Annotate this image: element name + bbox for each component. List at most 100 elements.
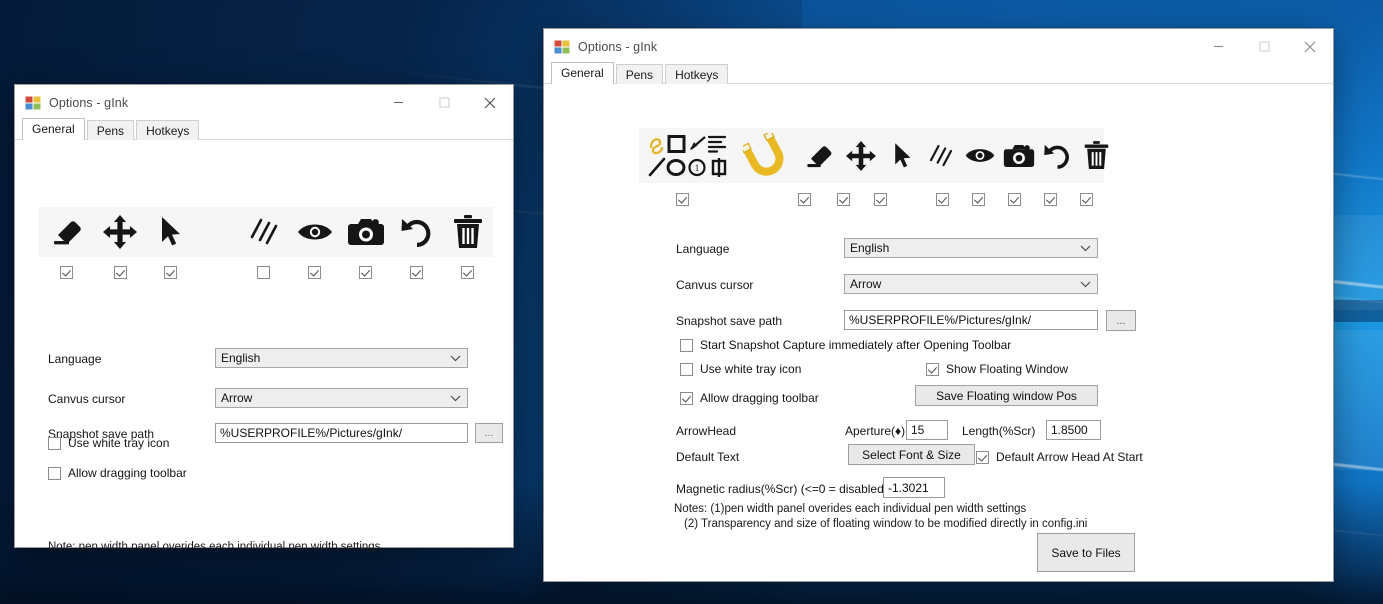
eye-icon[interactable]	[960, 144, 999, 167]
canvus-cursor-select[interactable]: Arrow	[844, 274, 1098, 294]
snapshot-path-label: Snapshot save path	[676, 314, 783, 328]
window-controls[interactable]	[1195, 29, 1333, 64]
eraser-icon[interactable]	[796, 141, 841, 171]
app-icon	[25, 95, 41, 110]
window-controls[interactable]	[375, 85, 513, 120]
tab-pens[interactable]: Pens	[615, 64, 664, 84]
use-white-tray-icon-label: Use white tray icon	[700, 362, 802, 376]
pens-icon[interactable]	[238, 215, 289, 249]
draw-tools-grid-icon[interactable]: 1	[639, 133, 734, 179]
tab-strip[interactable]: General Pens Hotkeys	[15, 118, 513, 141]
toolbar-check-camera[interactable]	[1007, 193, 1021, 206]
canvus-cursor-select[interactable]: Arrow	[215, 388, 468, 408]
allow-dragging-toolbar-checkbox[interactable]	[48, 466, 61, 480]
aperture-input[interactable]: 15	[906, 420, 948, 440]
toolbar-check-eye[interactable]	[971, 193, 985, 206]
default-text-label: Default Text	[676, 450, 740, 464]
use-white-tray-icon-label: Use white tray icon	[68, 436, 170, 450]
use-white-tray-icon-checkbox[interactable]	[680, 362, 693, 376]
snapshot-path-input[interactable]: %USERPROFILE%/Pictures/gInk/	[844, 310, 1098, 330]
toolbar-check-eraser[interactable]	[60, 266, 73, 279]
titlebar[interactable]: Options - gInk	[15, 85, 513, 120]
snapshot-path-input[interactable]: %USERPROFILE%/Pictures/gInk/	[215, 423, 468, 443]
undo-icon[interactable]	[391, 216, 442, 248]
toolbar-check-trash[interactable]	[461, 266, 474, 279]
toolbar-check-eraser[interactable]	[797, 193, 811, 206]
tab-hotkeys[interactable]: Hotkeys	[136, 120, 200, 140]
toolbar-check-pens[interactable]	[936, 193, 950, 206]
magnet-icon[interactable]	[734, 132, 796, 179]
eraser-icon[interactable]	[38, 216, 95, 248]
use-white-tray-icon-row[interactable]: Use white tray icon	[680, 362, 801, 376]
toolbar-check-move[interactable]	[113, 266, 127, 279]
options-window-background[interactable]: Options - gInk General Pens Hotkeys Lang…	[14, 84, 514, 553]
camera-icon[interactable]	[999, 143, 1038, 169]
maximize-icon[interactable]	[1241, 29, 1287, 64]
move-icon[interactable]	[841, 140, 881, 171]
language-value: English	[850, 241, 890, 255]
browse-button[interactable]: ...	[1106, 310, 1136, 331]
minimize-icon[interactable]	[1195, 29, 1241, 64]
browse-button[interactable]: ...	[475, 423, 503, 443]
toolbar-check-trash[interactable]	[1079, 193, 1093, 206]
default-arrow-head-at-start-row[interactable]: Default Arrow Head At Start	[976, 450, 1143, 464]
save-floating-window-pos-button[interactable]: Save Floating window Pos	[915, 385, 1098, 406]
start-snapshot-capture-label: Start Snapshot Capture immediately after…	[700, 338, 1012, 352]
show-floating-window-checkbox[interactable]	[926, 362, 939, 376]
toolbar-check-eye[interactable]	[308, 266, 321, 279]
trash-icon[interactable]	[1077, 141, 1116, 170]
pens-icon[interactable]	[922, 141, 960, 171]
pointer-icon[interactable]	[881, 141, 922, 171]
options-window-foreground[interactable]: Options - gInk General Pens Hotkeys 1 La…	[543, 28, 1334, 582]
toolbar-check-draw-tools[interactable]	[676, 193, 690, 206]
eye-icon[interactable]	[289, 219, 340, 245]
general-tab-panel: 1 Language English Canvus cursor Arrow S…	[544, 88, 1333, 581]
select-font-size-button[interactable]: Select Font & Size	[848, 444, 975, 465]
magnetic-radius-input[interactable]: -1.3021	[883, 477, 945, 498]
show-floating-window-row[interactable]: Show Floating Window	[926, 362, 1068, 376]
toolbar-visibility-checkboxes[interactable]	[639, 193, 1104, 206]
length-value: 1.8500	[1051, 423, 1088, 437]
toolbar-check-undo[interactable]	[1043, 193, 1057, 206]
language-select[interactable]: English	[844, 238, 1098, 258]
use-white-tray-icon-checkbox[interactable]	[48, 436, 61, 450]
toolbar-preview	[38, 207, 493, 257]
language-label: Language	[676, 242, 730, 256]
tab-hotkeys[interactable]: Hotkeys	[665, 64, 729, 84]
toolbar-check-pointer[interactable]	[874, 193, 888, 206]
allow-dragging-toolbar-checkbox[interactable]	[680, 391, 693, 405]
allow-dragging-toolbar-row[interactable]: Allow dragging toolbar	[680, 391, 819, 405]
default-arrow-head-at-start-checkbox[interactable]	[976, 450, 989, 464]
undo-icon[interactable]	[1038, 142, 1077, 170]
tab-general[interactable]: General	[22, 118, 85, 141]
tab-strip[interactable]: General Pens Hotkeys	[544, 62, 1333, 85]
language-select[interactable]: English	[215, 348, 468, 368]
allow-dragging-toolbar-row[interactable]: Allow dragging toolbar	[48, 466, 187, 480]
maximize-icon[interactable]	[421, 85, 467, 120]
toolbar-check-undo[interactable]	[410, 266, 423, 279]
trash-icon[interactable]	[442, 215, 493, 249]
allow-dragging-toolbar-label: Allow dragging toolbar	[68, 466, 187, 480]
move-icon[interactable]	[95, 215, 145, 249]
close-icon[interactable]	[467, 85, 513, 120]
chevron-down-icon	[450, 391, 461, 405]
titlebar[interactable]: Options - gInk	[544, 29, 1333, 64]
start-snapshot-capture-row[interactable]: Start Snapshot Capture immediately after…	[680, 338, 1011, 352]
minimize-icon[interactable]	[375, 85, 421, 120]
toolbar-check-camera[interactable]	[359, 266, 372, 279]
use-white-tray-icon-row[interactable]: Use white tray icon	[48, 436, 169, 450]
length-label: Length(%Scr)	[962, 424, 1036, 438]
toolbar-check-pens[interactable]	[257, 266, 270, 279]
close-icon[interactable]	[1287, 29, 1333, 64]
start-snapshot-capture-checkbox[interactable]	[680, 338, 693, 352]
length-input[interactable]: 1.8500	[1046, 420, 1101, 440]
toolbar-check-pointer[interactable]	[163, 266, 177, 279]
save-to-files-button[interactable]: Save to Files	[1037, 533, 1135, 572]
camera-icon[interactable]	[340, 217, 391, 247]
canvus-cursor-label: Canvus cursor	[676, 278, 754, 292]
toolbar-check-move[interactable]	[836, 193, 850, 206]
pointer-icon[interactable]	[145, 215, 195, 249]
tab-pens[interactable]: Pens	[86, 120, 135, 140]
tab-general[interactable]: General	[551, 62, 614, 85]
toolbar-visibility-checkboxes[interactable]	[38, 266, 493, 279]
